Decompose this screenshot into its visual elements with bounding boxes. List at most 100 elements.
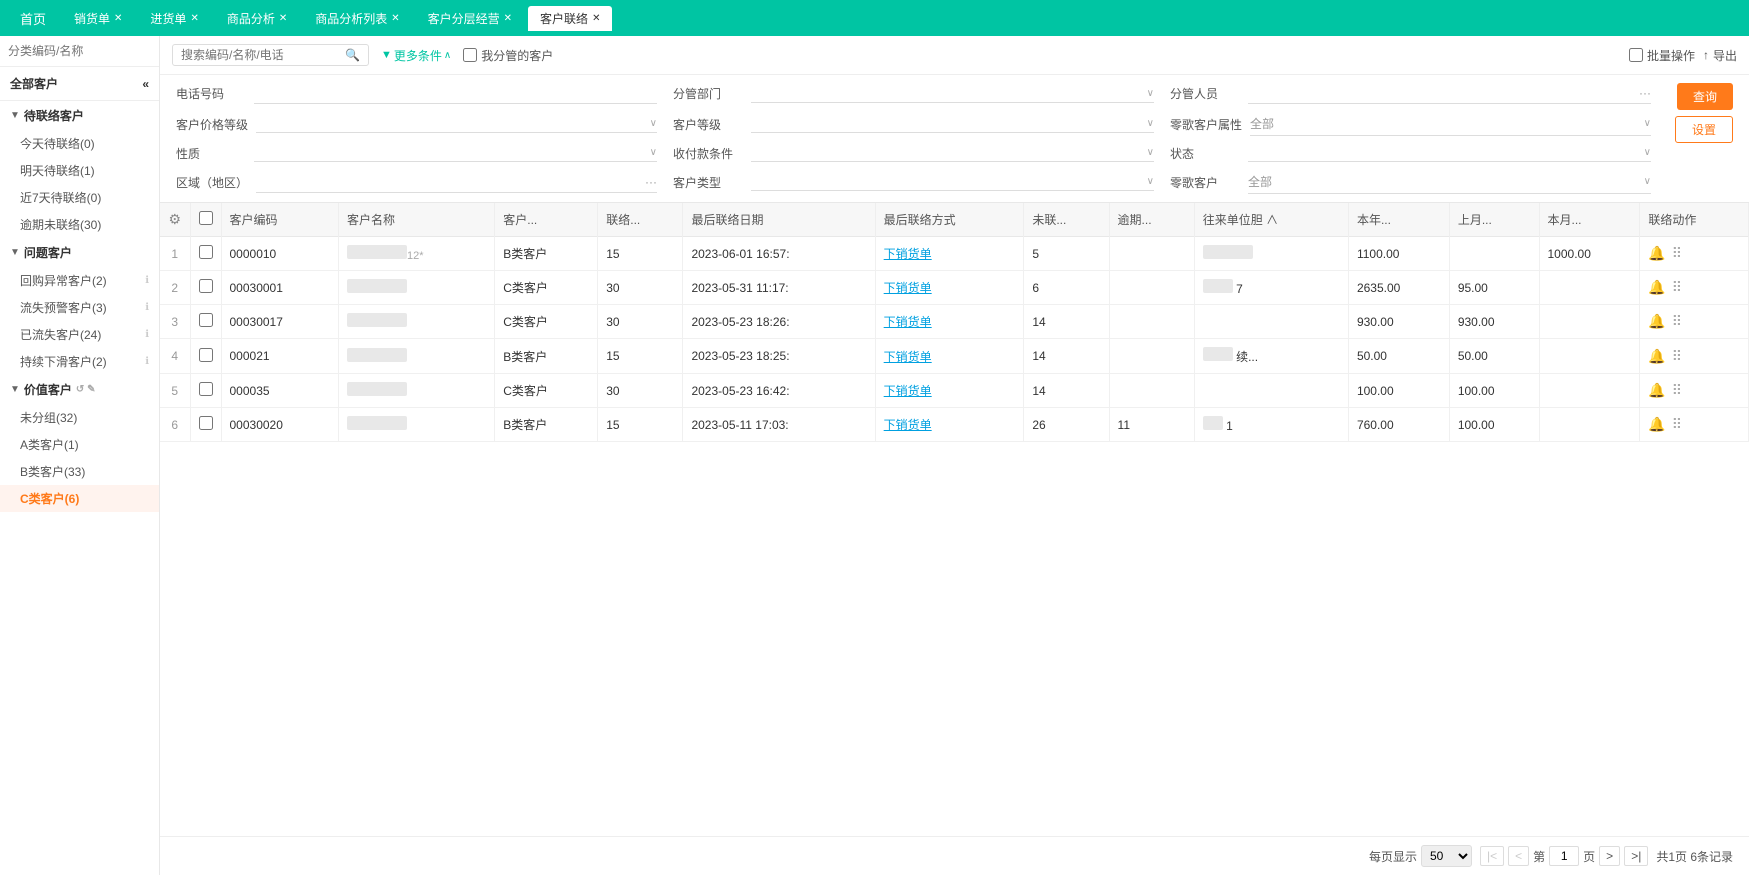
sidebar-section-problem[interactable]: ▼ 问题客户 bbox=[0, 238, 159, 267]
th-this-year[interactable]: 本年... bbox=[1348, 203, 1449, 237]
action-grid-6[interactable]: ⠿ bbox=[1672, 416, 1682, 433]
sidebar-item-churned[interactable]: 已流失客户(24) ℹ bbox=[0, 321, 159, 348]
query-button[interactable]: 查询 bbox=[1677, 83, 1733, 110]
action-grid-3[interactable]: ⠿ bbox=[1672, 313, 1682, 330]
my-customers-filter[interactable]: 我分管的客户 bbox=[463, 47, 553, 64]
nav-tab-sales[interactable]: 销货单 ✕ bbox=[62, 6, 134, 31]
row-checkbox-4[interactable] bbox=[199, 348, 213, 362]
action-bell-4[interactable]: 🔔 bbox=[1648, 348, 1665, 365]
batch-operation-btn[interactable]: 批量操作 bbox=[1629, 47, 1695, 64]
nav-home[interactable]: 首页 bbox=[8, 5, 58, 32]
my-customers-checkbox[interactable] bbox=[463, 48, 477, 62]
row-checkbox-2[interactable] bbox=[199, 279, 213, 293]
search-icon[interactable]: 🔍 bbox=[345, 48, 360, 62]
sidebar-item-ungrouped[interactable]: 未分组(32) bbox=[0, 404, 159, 431]
ellipsis-region[interactable]: ··· bbox=[645, 175, 657, 189]
th-last-month[interactable]: 上月... bbox=[1449, 203, 1539, 237]
gear-icon[interactable]: ⚙ bbox=[168, 211, 181, 227]
filter-select-payment[interactable]: ∨ bbox=[751, 144, 1154, 162]
sidebar-item-class-c[interactable]: C类客户(6) bbox=[0, 485, 159, 512]
sidebar-all-customers-header[interactable]: 全部客户 « bbox=[0, 67, 159, 101]
filter-select-customer-type[interactable]: ∨ bbox=[751, 173, 1154, 191]
batch-checkbox[interactable] bbox=[1629, 48, 1643, 62]
action-bell-6[interactable]: 🔔 bbox=[1648, 416, 1665, 433]
action-grid-4[interactable]: ⠿ bbox=[1672, 348, 1682, 365]
filter-select-customer-attr[interactable]: 全部 ∨ bbox=[1250, 112, 1651, 136]
sidebar-item-churn-warning[interactable]: 流失预警客户(3) ℹ bbox=[0, 294, 159, 321]
first-page-btn[interactable]: |< bbox=[1480, 846, 1504, 866]
ellipsis-person[interactable]: ··· bbox=[1639, 86, 1651, 100]
sidebar-item-7days[interactable]: 近7天待联络(0) bbox=[0, 184, 159, 211]
filter-select-status[interactable]: ∨ bbox=[1248, 144, 1651, 162]
page-input[interactable] bbox=[1549, 846, 1579, 866]
nav-tab-customer-contact[interactable]: 客户联络 ✕ bbox=[528, 6, 612, 31]
filter-select-zero-customer[interactable]: 全部 ∨ bbox=[1248, 170, 1651, 194]
nav-tab-customer-segment-close[interactable]: ✕ bbox=[504, 13, 512, 24]
sidebar-item-overdue[interactable]: 逾期未联络(30) bbox=[0, 211, 159, 238]
th-overdue[interactable]: 逾期... bbox=[1109, 203, 1194, 237]
th-contact[interactable]: 联络... bbox=[598, 203, 683, 237]
row-checkbox-6[interactable] bbox=[199, 416, 213, 430]
sidebar-item-class-a[interactable]: A类客户(1) bbox=[0, 431, 159, 458]
th-no-contact[interactable]: 未联... bbox=[1024, 203, 1109, 237]
next-page-btn[interactable]: > bbox=[1599, 846, 1620, 866]
filter-select-price-level[interactable]: ∨ bbox=[256, 115, 657, 133]
nav-tab-sales-close[interactable]: ✕ bbox=[114, 13, 122, 24]
nav-tab-customer-contact-close[interactable]: ✕ bbox=[592, 13, 600, 24]
th-this-month[interactable]: 本月... bbox=[1539, 203, 1640, 237]
row-checkbox-1[interactable] bbox=[199, 245, 213, 259]
filter-select-nature[interactable]: ∨ bbox=[254, 144, 657, 162]
export-btn[interactable]: ↑ 导出 bbox=[1703, 47, 1737, 64]
action-bell-2[interactable]: 🔔 bbox=[1648, 279, 1665, 296]
action-grid-5[interactable]: ⠿ bbox=[1672, 382, 1682, 399]
nav-tab-purchase-close[interactable]: ✕ bbox=[190, 13, 198, 24]
th-last-date[interactable]: 最后联络日期 bbox=[683, 203, 875, 237]
th-unit-amount[interactable]: 往来单位胆 ∧ bbox=[1194, 203, 1348, 237]
th-last-method[interactable]: 最后联络方式 bbox=[875, 203, 1024, 237]
sidebar-section-pending[interactable]: ▼ 待联络客户 bbox=[0, 101, 159, 130]
sidebar-item-declining[interactable]: 持续下滑客户(2) ℹ bbox=[0, 348, 159, 375]
td-method-link-6[interactable]: 下销货单 bbox=[884, 418, 932, 432]
td-method-link-2[interactable]: 下销货单 bbox=[884, 281, 932, 295]
filter-select-customer-level[interactable]: ∨ bbox=[751, 115, 1154, 133]
sidebar-item-class-b[interactable]: B类客户(33) bbox=[0, 458, 159, 485]
select-all-checkbox[interactable] bbox=[199, 211, 213, 225]
nav-tab-analysis-close[interactable]: ✕ bbox=[279, 13, 287, 24]
nav-tab-analysis[interactable]: 商品分析 ✕ bbox=[215, 6, 299, 31]
more-condition-btn[interactable]: ▼ 更多条件 ∧ bbox=[381, 47, 451, 64]
sidebar-item-tomorrow[interactable]: 明天待联络(1) bbox=[0, 157, 159, 184]
action-bell-3[interactable]: 🔔 bbox=[1648, 313, 1665, 330]
sidebar-item-repurchase-abnormal[interactable]: 回购异常客户(2) ℹ bbox=[0, 267, 159, 294]
nav-tab-customer-segment[interactable]: 客户分层经营 ✕ bbox=[416, 6, 524, 31]
td-method-link-5[interactable]: 下销货单 bbox=[884, 384, 932, 398]
nav-tab-analysis-list[interactable]: 商品分析列表 ✕ bbox=[303, 6, 411, 31]
filter-select-dept[interactable]: ∨ bbox=[751, 85, 1154, 103]
nav-tab-analysis-list-close[interactable]: ✕ bbox=[391, 13, 399, 24]
nav-tab-purchase[interactable]: 进货单 ✕ bbox=[138, 6, 210, 31]
td-method-link-1[interactable]: 下销货单 bbox=[884, 247, 932, 261]
sidebar-item-today[interactable]: 今天待联络(0) bbox=[0, 130, 159, 157]
td-method-link-3[interactable]: 下销货单 bbox=[884, 315, 932, 329]
setting-button[interactable]: 设置 bbox=[1675, 116, 1733, 143]
th-action[interactable]: 联络动作 bbox=[1640, 203, 1749, 237]
row-checkbox-3[interactable] bbox=[199, 313, 213, 327]
action-bell-5[interactable]: 🔔 bbox=[1648, 382, 1665, 399]
filter-select-region[interactable]: ··· bbox=[256, 172, 657, 193]
sidebar-section-value[interactable]: ▼ 价值客户 ↺ ✎ bbox=[0, 375, 159, 404]
per-page-select[interactable]: 50 100 200 bbox=[1421, 845, 1472, 867]
search-input[interactable] bbox=[181, 48, 341, 62]
last-page-btn[interactable]: >| bbox=[1624, 846, 1648, 866]
filter-input-phone[interactable] bbox=[254, 83, 657, 104]
th-type[interactable]: 客户... bbox=[495, 203, 598, 237]
filter-select-person[interactable]: ··· bbox=[1248, 83, 1651, 104]
th-code[interactable]: 客户编码 bbox=[221, 203, 339, 237]
row-checkbox-5[interactable] bbox=[199, 382, 213, 396]
prev-page-btn[interactable]: < bbox=[1508, 846, 1529, 866]
sidebar-collapse-icon[interactable]: « bbox=[142, 77, 149, 91]
td-method-link-4[interactable]: 下销货单 bbox=[884, 350, 932, 364]
th-name[interactable]: 客户名称 bbox=[339, 203, 495, 237]
action-grid-2[interactable]: ⠿ bbox=[1672, 279, 1682, 296]
action-bell-1[interactable]: 🔔 bbox=[1648, 245, 1665, 262]
action-grid-1[interactable]: ⠿ bbox=[1672, 245, 1682, 262]
sidebar-search-input[interactable] bbox=[8, 44, 160, 58]
